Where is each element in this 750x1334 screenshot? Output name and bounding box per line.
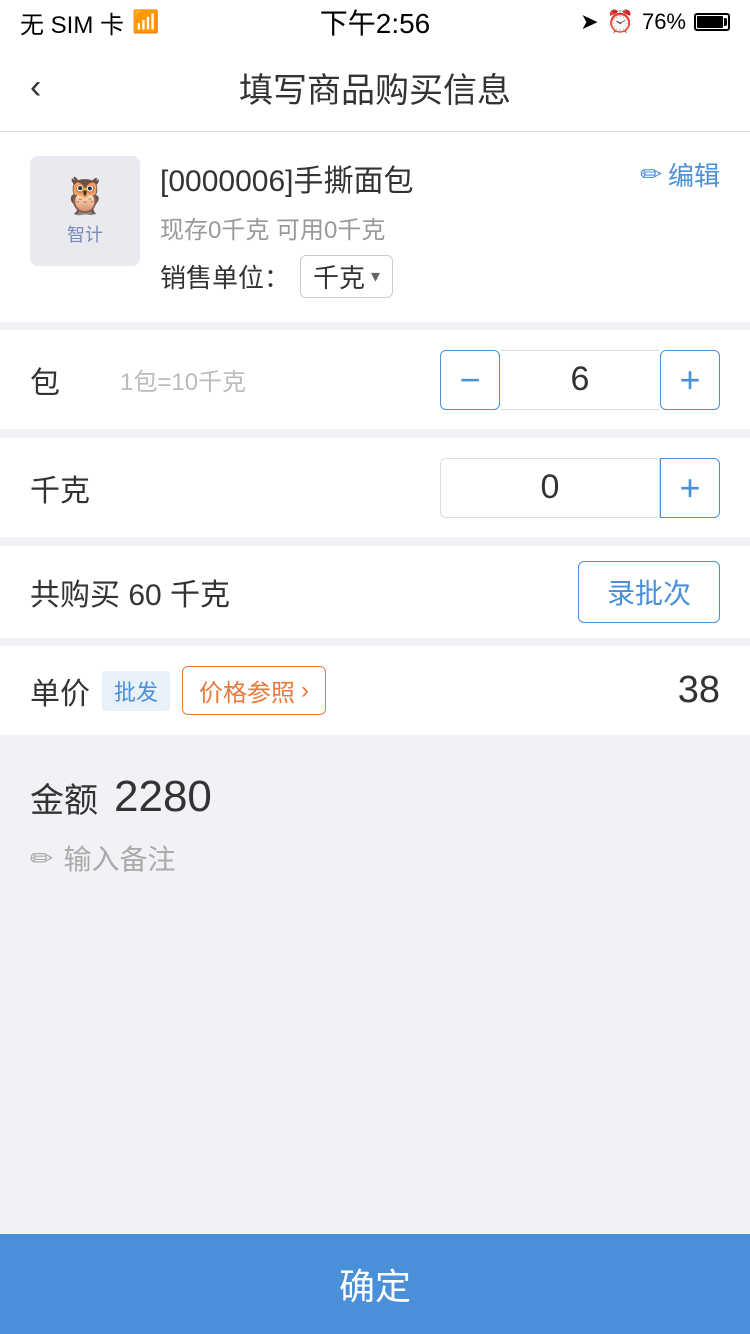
chevron-right-icon: › [301, 677, 309, 705]
edit-icon: ✏ [640, 159, 662, 190]
confirm-footer[interactable]: 确定 [0, 1234, 750, 1334]
bao-form-section: 包 1包=10千克 − + [0, 330, 750, 430]
total-row: 共购买 60 千克 录批次 [0, 546, 750, 646]
pencil-icon: ✏ [30, 842, 53, 875]
kg-label: 千克 [30, 466, 110, 510]
batch-button[interactable]: 录批次 [578, 561, 720, 623]
logo-text: 智计 [67, 221, 103, 247]
price-label: 单价 [30, 669, 90, 713]
status-bar: 无 SIM 卡 📶 下午2:56 ➤ ⏰ 76% [0, 0, 750, 44]
alarm-icon: ⏰ [607, 9, 634, 35]
kg-form-section: 千克 + [0, 438, 750, 538]
nav-bar: ‹ 填写商品购买信息 [0, 44, 750, 132]
kg-quantity-input[interactable] [440, 458, 660, 518]
price-value: 38 [678, 669, 720, 712]
chevron-down-icon: ▾ [371, 266, 380, 287]
product-name: [0000006]手撕面包 [160, 156, 413, 200]
battery-label: 76% [642, 9, 686, 35]
remark-row[interactable]: ✏ 输入备注 [30, 838, 720, 878]
product-logo-icon: 🦉 [63, 175, 108, 217]
bao-increment-button[interactable]: + [660, 350, 720, 410]
carrier-label: 无 SIM 卡 [20, 5, 124, 40]
amount-value: 2280 [114, 772, 212, 822]
battery-icon [694, 13, 730, 31]
price-row: 单价 批发 价格参照 › 38 [0, 646, 750, 736]
edit-button[interactable]: ✏ 编辑 [640, 156, 720, 193]
back-button[interactable]: ‹ [30, 68, 41, 107]
bao-label: 包 [30, 358, 110, 402]
spacer [0, 898, 750, 1234]
page-title: 填写商品购买信息 [239, 63, 511, 112]
bao-quantity-input[interactable] [500, 350, 660, 410]
product-stock: 现存0千克 可用0千克 [160, 210, 720, 245]
amount-section: 金额 2280 ✏ 输入备注 [0, 744, 750, 898]
price-section: 单价 批发 价格参照 › 38 [0, 646, 750, 744]
unit-selector[interactable]: 千克 ▾ [300, 255, 393, 298]
amount-row: 金额 2280 [30, 772, 720, 822]
unit-label: 销售单位： [160, 258, 290, 295]
time-label: 下午2:56 [320, 2, 431, 42]
product-unit-row: 销售单位： 千克 ▾ [160, 255, 720, 298]
price-badge: 批发 [102, 671, 170, 711]
product-card: 🦉 智计 [0000006]手撕面包 ✏ 编辑 现存0千克 可用0千克 销售单位… [0, 132, 750, 330]
confirm-button[interactable]: 确定 [339, 1258, 411, 1310]
amount-label: 金额 [30, 773, 98, 822]
remark-input[interactable]: 输入备注 [63, 838, 175, 878]
bao-row: 包 1包=10千克 − + [0, 330, 750, 430]
product-image: 🦉 智计 [30, 156, 140, 266]
bao-quantity-control: − + [440, 350, 720, 410]
bao-hint: 1包=10千克 [120, 362, 440, 397]
location-icon: ➤ [580, 9, 598, 35]
product-info: [0000006]手撕面包 ✏ 编辑 现存0千克 可用0千克 销售单位： 千克 … [160, 156, 720, 298]
kg-increment-button[interactable]: + [660, 458, 720, 518]
bao-decrement-button[interactable]: − [440, 350, 500, 410]
wifi-icon: 📶 [132, 9, 159, 35]
total-label: 共购买 60 千克 [30, 570, 578, 614]
price-reference-button[interactable]: 价格参照 › [182, 666, 326, 715]
kg-row: 千克 + [0, 438, 750, 538]
